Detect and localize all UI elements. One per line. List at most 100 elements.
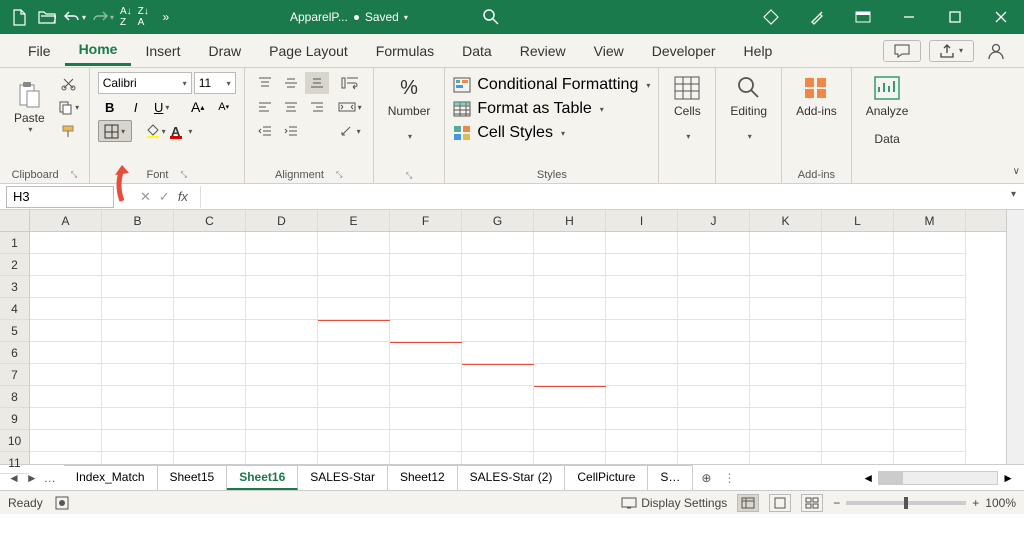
col-header-H[interactable]: H xyxy=(534,210,606,231)
align-center-icon[interactable] xyxy=(279,96,303,118)
account-icon[interactable] xyxy=(982,39,1010,63)
sheet-tab[interactable]: Sheet16 xyxy=(227,465,298,490)
increase-indent-icon[interactable] xyxy=(279,120,303,142)
collapse-ribbon-icon[interactable]: ∨ xyxy=(1013,166,1020,177)
undo-icon[interactable]: ▾ xyxy=(62,4,88,30)
comments-button[interactable] xyxy=(883,40,921,62)
row-header-4[interactable]: 4 xyxy=(0,298,29,320)
borders-button[interactable]: ▾ xyxy=(98,120,132,142)
row-header-10[interactable]: 10 xyxy=(0,430,29,452)
wrap-text-icon[interactable] xyxy=(335,72,365,94)
tab-developer[interactable]: Developer xyxy=(638,37,730,65)
bold-button[interactable]: B xyxy=(98,96,122,118)
sheet-tab[interactable]: Index_Match xyxy=(64,465,158,490)
align-bottom-icon[interactable] xyxy=(305,72,329,94)
orientation-icon[interactable]: ▾ xyxy=(335,120,365,142)
sheet-tab[interactable]: S… xyxy=(648,465,693,490)
row-header-7[interactable]: 7 xyxy=(0,364,29,386)
col-header-E[interactable]: E xyxy=(318,210,390,231)
row-header-5[interactable]: 5 xyxy=(0,320,29,342)
vertical-scrollbar[interactable] xyxy=(1006,210,1024,464)
col-header-K[interactable]: K xyxy=(750,210,822,231)
col-header-C[interactable]: C xyxy=(174,210,246,231)
font-color-button[interactable]: A▾ xyxy=(170,120,194,142)
col-header-G[interactable]: G xyxy=(462,210,534,231)
clipboard-launcher[interactable]: ⤡ xyxy=(71,170,77,180)
share-button[interactable]: ▾ xyxy=(929,40,974,62)
align-top-icon[interactable] xyxy=(253,72,277,94)
new-file-icon[interactable] xyxy=(6,4,32,30)
enter-formula-icon[interactable]: ✓ xyxy=(159,189,170,205)
open-file-icon[interactable] xyxy=(34,4,60,30)
analyze-data-button[interactable]: AnalyzeData xyxy=(860,72,915,148)
col-header-D[interactable]: D xyxy=(246,210,318,231)
tab-formulas[interactable]: Formulas xyxy=(362,37,448,65)
row-header-11[interactable]: 11 xyxy=(0,452,29,474)
ribbon-display-icon[interactable] xyxy=(840,0,886,34)
row-header-8[interactable]: 8 xyxy=(0,386,29,408)
col-header-I[interactable]: I xyxy=(606,210,678,231)
tab-view[interactable]: View xyxy=(580,37,638,65)
sort-za-icon[interactable]: Z↓A xyxy=(136,4,151,30)
tab-file[interactable]: File xyxy=(14,37,65,65)
zoom-slider[interactable] xyxy=(846,501,966,505)
brush-icon[interactable] xyxy=(794,0,840,34)
row-header-6[interactable]: 6 xyxy=(0,342,29,364)
row-header-3[interactable]: 3 xyxy=(0,276,29,298)
formula-input[interactable]: ▾ xyxy=(200,186,1024,208)
format-painter-icon[interactable] xyxy=(57,120,81,142)
sheet-tab[interactable]: Sheet15 xyxy=(158,465,228,490)
paste-button[interactable]: Paste▾ xyxy=(8,72,51,142)
tab-data[interactable]: Data xyxy=(448,37,506,65)
copy-icon[interactable]: ▾ xyxy=(57,96,81,118)
number-launcher[interactable]: ⤡ xyxy=(406,171,412,181)
font-launcher[interactable]: ⤡ xyxy=(180,170,186,180)
col-header-A[interactable]: A xyxy=(30,210,102,231)
sheet-tab[interactable]: Sheet12 xyxy=(388,465,458,490)
macro-record-icon[interactable] xyxy=(55,496,69,510)
tab-help[interactable]: Help xyxy=(730,37,787,65)
zoom-out-button[interactable]: − xyxy=(833,496,840,510)
sheet-nav-more[interactable]: … xyxy=(44,471,56,485)
minimize-button[interactable] xyxy=(886,0,932,34)
col-header-F[interactable]: F xyxy=(390,210,462,231)
row-header-9[interactable]: 9 xyxy=(0,408,29,430)
cell-styles-button[interactable]: Cell Styles▾ xyxy=(453,124,650,142)
name-box[interactable]: H3 xyxy=(6,186,114,208)
namebox-dropdown[interactable]: ⋮ xyxy=(114,191,128,202)
page-layout-view-icon[interactable] xyxy=(769,494,791,512)
page-break-view-icon[interactable] xyxy=(801,494,823,512)
save-state[interactable]: Saved▾ xyxy=(365,10,408,24)
add-sheet-button[interactable]: ⊕ xyxy=(693,471,719,485)
sheet-tab[interactable]: CellPicture xyxy=(565,465,648,490)
italic-button[interactable]: I xyxy=(124,96,148,118)
display-settings[interactable]: Display Settings xyxy=(621,496,727,510)
grow-font-icon[interactable]: A▴ xyxy=(186,96,210,118)
tab-home[interactable]: Home xyxy=(65,35,132,66)
tab-review[interactable]: Review xyxy=(506,37,580,65)
cut-icon[interactable] xyxy=(57,72,81,94)
font-size-combo[interactable]: 11▾ xyxy=(194,72,236,94)
fx-icon[interactable]: fx xyxy=(178,189,188,204)
shrink-font-icon[interactable]: A▾ xyxy=(212,96,236,118)
addins-button[interactable]: Add-ins xyxy=(790,72,843,120)
zoom-level[interactable]: 100% xyxy=(985,496,1016,510)
select-all-triangle[interactable] xyxy=(0,210,29,232)
col-header-J[interactable]: J xyxy=(678,210,750,231)
sheet-tab[interactable]: SALES-Star (2) xyxy=(458,465,566,490)
col-header-L[interactable]: L xyxy=(822,210,894,231)
formula-expand-icon[interactable]: ▾ xyxy=(1011,189,1016,200)
conditional-formatting-button[interactable]: Conditional Formatting▾ xyxy=(453,76,650,94)
tab-pagelayout[interactable]: Page Layout xyxy=(255,37,362,65)
row-header-1[interactable]: 1 xyxy=(0,232,29,254)
search-icon[interactable] xyxy=(480,6,502,28)
maximize-button[interactable] xyxy=(932,0,978,34)
tab-draw[interactable]: Draw xyxy=(194,37,255,65)
horizontal-scrollbar[interactable]: ◄ ► xyxy=(739,471,1024,485)
qat-more-icon[interactable]: » xyxy=(153,4,179,30)
cells-area[interactable] xyxy=(30,232,1006,464)
underline-button[interactable]: U▾ xyxy=(150,96,174,118)
number-format-button[interactable]: % Number▾ xyxy=(382,72,437,143)
font-name-combo[interactable]: Calibri▾ xyxy=(98,72,192,94)
tab-insert[interactable]: Insert xyxy=(131,37,194,65)
